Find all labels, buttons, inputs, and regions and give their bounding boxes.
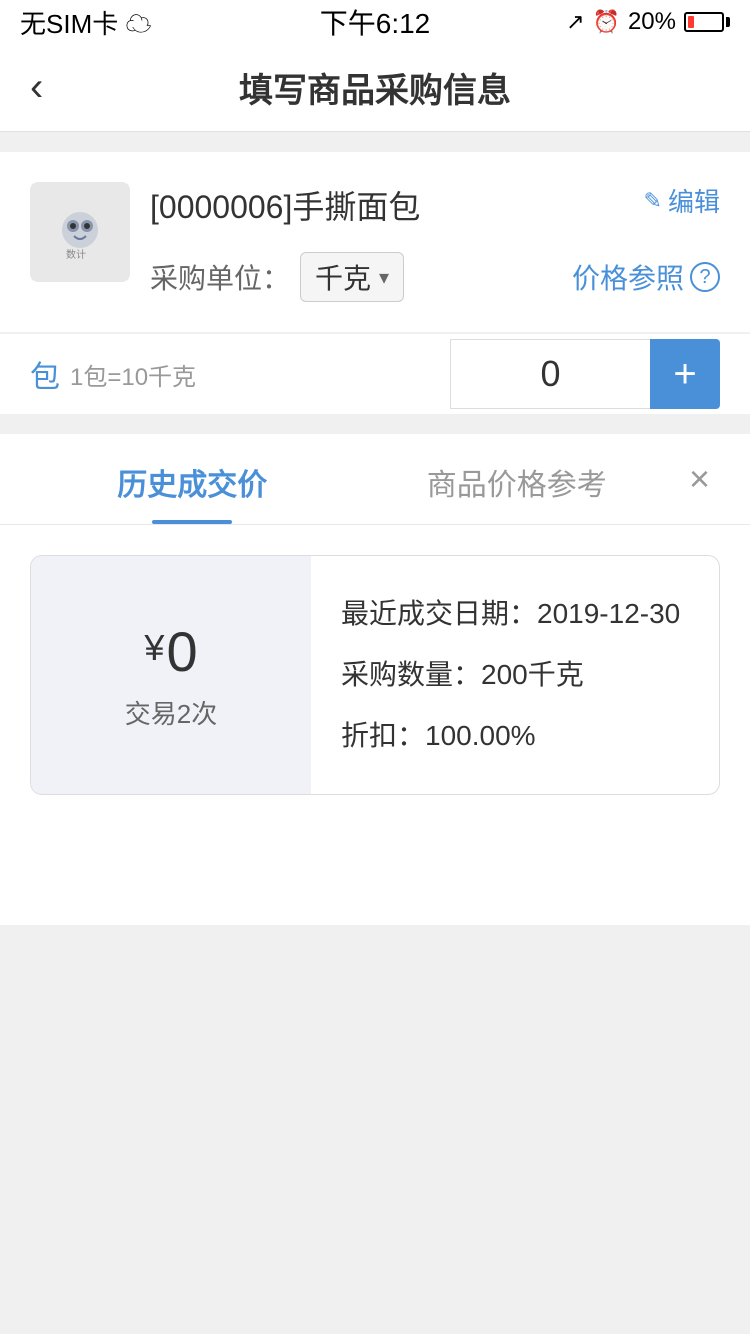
transaction-count: 交易2次 <box>125 694 217 731</box>
location-icon: ↗ <box>566 9 584 35</box>
product-card: 数计 [0000006]手撕面包 ✎ 编辑 采购单位： 千克 ▾ 价格参照 ? <box>0 152 750 332</box>
quantity-input-area: + <box>450 339 720 409</box>
recent-date-row: 最近成交日期：2019-12-30 <box>341 592 689 637</box>
tab-price-reference[interactable]: 商品价格参考 <box>354 434 678 524</box>
signal-text: 无SIM卡 ☁ <box>20 4 151 41</box>
alarm-icon: ⏰ <box>593 9 620 35</box>
battery-percent: 20% <box>628 8 676 36</box>
product-info: [0000006]手撕面包 ✎ 编辑 采购单位： 千克 ▾ 价格参照 ? <box>150 182 720 302</box>
status-bar: 无SIM卡 ☁ 下午6:12 ↗ ⏰ 20% <box>0 0 750 44</box>
unit-label: 采购单位： <box>150 257 290 297</box>
product-image-icon: 数计 <box>50 202 110 262</box>
product-thumbnail: 数计 <box>30 182 130 282</box>
transaction-card: ¥ 0 交易2次 最近成交日期：2019-12-30 采购数量：200千克 折扣… <box>30 555 720 795</box>
edit-icon: ✎ <box>644 188 662 214</box>
page-title: 填写商品采购信息 <box>239 63 511 112</box>
tab-close-button[interactable]: × <box>679 451 720 507</box>
tab-history-price[interactable]: 历史成交价 <box>30 434 354 524</box>
chevron-down-icon: ▾ <box>379 265 389 290</box>
status-left: 无SIM卡 ☁ <box>20 4 151 41</box>
tabs-container: 历史成交价 商品价格参考 × <box>0 434 750 525</box>
discount-row: 折扣：100.00% <box>341 714 689 759</box>
transaction-price: ¥ 0 <box>144 619 197 684</box>
product-name: [0000006]手撕面包 <box>150 182 420 228</box>
product-header: [0000006]手撕面包 ✎ 编辑 <box>150 182 720 228</box>
transaction-left: ¥ 0 交易2次 <box>31 556 311 794</box>
unit-select[interactable]: 千克 ▾ <box>300 252 404 302</box>
price-ref-button[interactable]: 价格参照 ? <box>572 257 720 297</box>
quantity-row: 包 1包=10千克 + <box>0 334 750 414</box>
status-right: ↗ ⏰ 20% <box>566 8 730 36</box>
quantity-plus-button[interactable]: + <box>650 339 720 409</box>
quantity-input[interactable] <box>450 339 650 409</box>
transaction-right: 最近成交日期：2019-12-30 采购数量：200千克 折扣：100.00% <box>311 556 719 794</box>
svg-text:数计: 数计 <box>66 248 86 261</box>
price-value: 0 <box>166 619 197 684</box>
content-area: ¥ 0 交易2次 最近成交日期：2019-12-30 采购数量：200千克 折扣… <box>0 525 750 925</box>
quantity-unit: 包 <box>30 352 60 396</box>
yen-symbol: ¥ <box>144 627 164 669</box>
status-time: 下午6:12 <box>320 2 431 42</box>
battery-icon <box>684 12 730 32</box>
purchase-quantity-row: 采购数量：200千克 <box>341 653 689 698</box>
quantity-unit-info: 包 1包=10千克 <box>30 352 196 396</box>
help-icon: ? <box>690 262 720 292</box>
nav-bar: ‹ 填写商品采购信息 <box>0 44 750 132</box>
product-unit-row: 采购单位： 千克 ▾ 价格参照 ? <box>150 252 720 302</box>
unit-conversion: 1包=10千克 <box>70 357 196 392</box>
edit-button[interactable]: ✎ 编辑 <box>644 182 720 219</box>
back-button[interactable]: ‹ <box>30 65 43 110</box>
